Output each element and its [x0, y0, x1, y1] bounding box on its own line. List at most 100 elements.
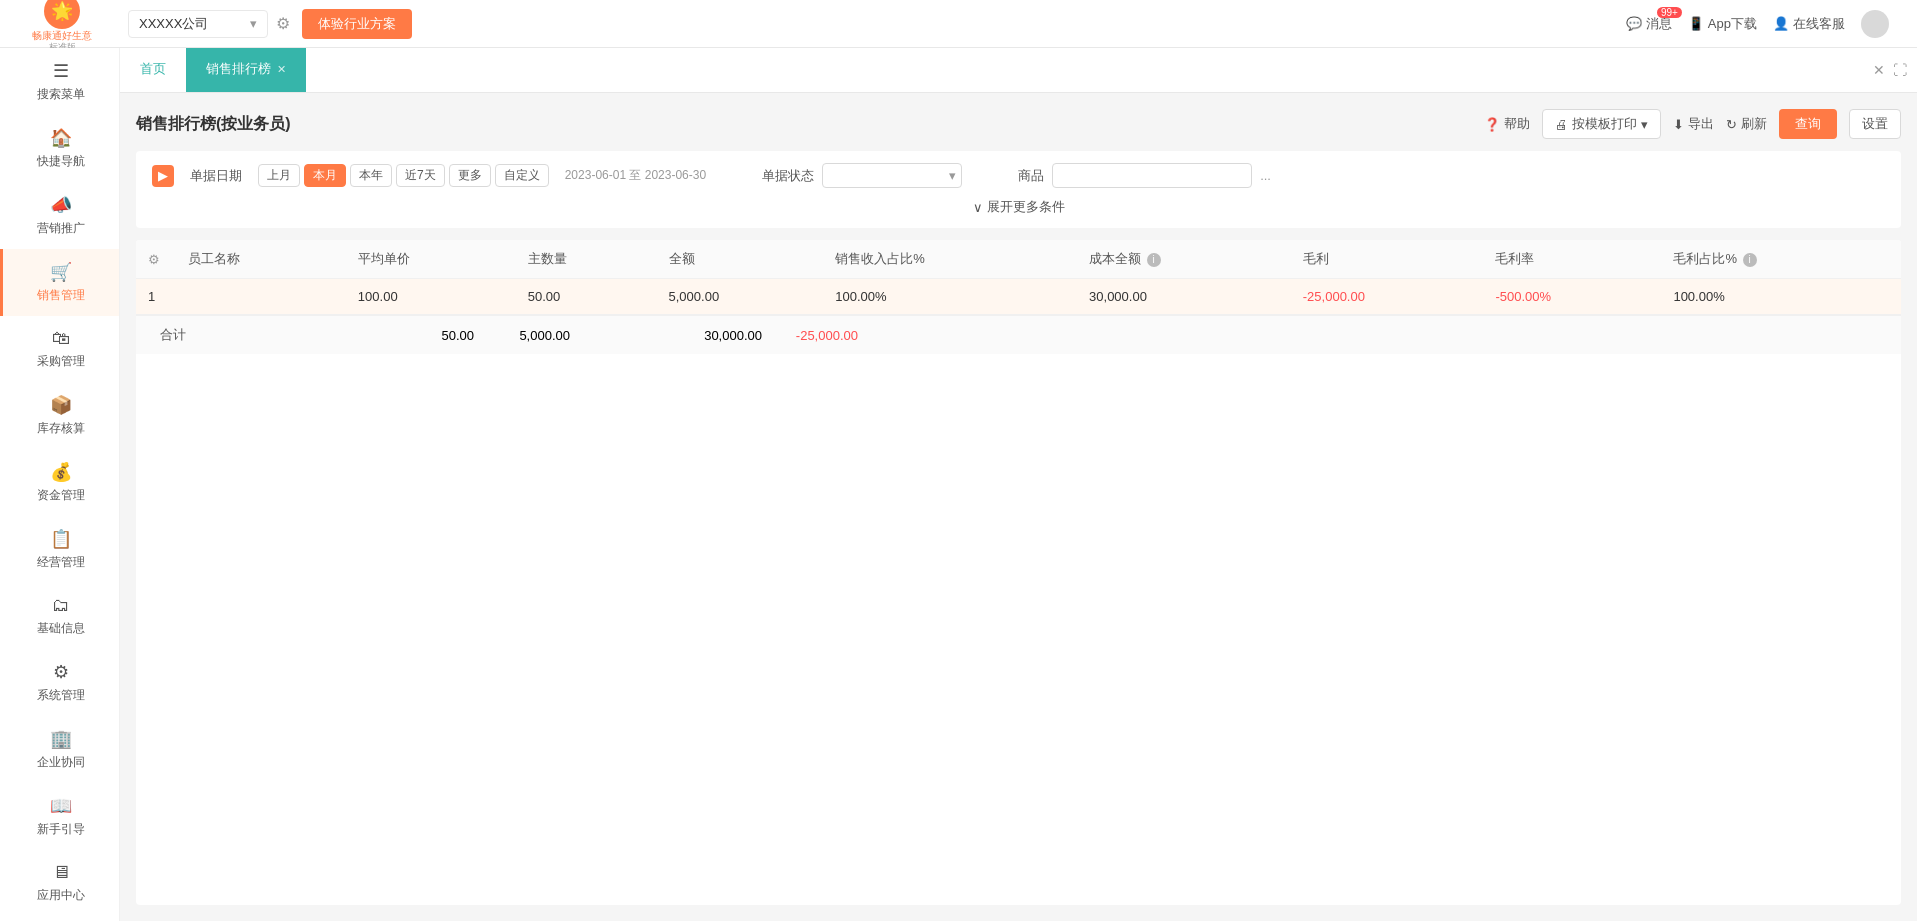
app-download-button[interactable]: 📱 App下载 [1688, 15, 1757, 33]
sidebar-item-sales[interactable]: 🛒 销售管理 [0, 249, 119, 316]
column-settings-icon[interactable]: ⚙ [148, 252, 160, 267]
sidebar-item-guide[interactable]: 📖 新手引导 [0, 783, 119, 850]
goods-more[interactable]: ... [1260, 168, 1271, 183]
trial-button[interactable]: 体验行业方案 [302, 9, 412, 39]
company-selector[interactable]: XXXXX公司 ▾ [128, 10, 268, 38]
logo-icon: 🌟 [44, 0, 80, 29]
tab-close-icon[interactable]: ✕ [277, 63, 286, 76]
finance-icon: 💰 [50, 461, 72, 483]
template-print-label: 按模板打印 [1572, 115, 1637, 133]
data-table: ⚙ 员工名称 平均单价 主数量 全额 销售收入占比% 成本全额 i 毛利 [136, 240, 1901, 315]
this-month-button[interactable]: 本月 [304, 164, 346, 187]
sidebar-item-app-center[interactable]: 🖥 应用中心 [0, 850, 119, 916]
tab-expand-icon[interactable]: ⛶ [1893, 62, 1907, 78]
tab-sales-rank-label: 销售排行榜 [206, 60, 271, 78]
col-amount: 全额 [657, 240, 824, 279]
col-avg-price: 平均单价 [346, 240, 516, 279]
filter-row-1: ▶ 单据日期 上月 本月 本年 近7天 更多 自定义 2023-06-01 至 … [152, 163, 1885, 188]
prev-month-button[interactable]: 上月 [258, 164, 300, 187]
tab-home-label: 首页 [140, 60, 166, 78]
date-buttons: 上月 本月 本年 近7天 更多 自定义 [258, 164, 549, 187]
sidebar-label: 采购管理 [37, 353, 85, 370]
settings-button[interactable]: 设置 [1849, 109, 1901, 139]
goods-filter: 商品 ... [1018, 163, 1271, 188]
last-7days-button[interactable]: 近7天 [396, 164, 445, 187]
help-button[interactable]: ❓ 帮助 [1484, 115, 1530, 133]
refresh-button[interactable]: ↻ 刷新 [1726, 115, 1767, 133]
message-button[interactable]: 💬 消息 99+ [1626, 15, 1672, 33]
company-name: XXXXX公司 [139, 15, 208, 33]
refresh-icon: ↻ [1726, 117, 1737, 132]
col-settings: ⚙ [136, 240, 176, 279]
sidebar-label: 搜索菜单 [37, 86, 85, 103]
sidebar-label: 经营管理 [37, 554, 85, 571]
content-area: 首页 销售排行榜 ✕ ✕ ⛶ 销售排行榜(按业务员) ❓ 帮助 [120, 48, 1917, 921]
doc-status-label: 单据状态 [762, 167, 814, 185]
avatar[interactable] [1861, 10, 1889, 38]
expand-label: 展开更多条件 [987, 198, 1065, 216]
table-body: 1 100.00 50.00 5,000.00 100.00% 30,000.0… [136, 279, 1901, 315]
refresh-label: 刷新 [1741, 115, 1767, 133]
sidebar-label: 系统管理 [37, 687, 85, 704]
sidebar-item-inventory[interactable]: 📦 库存核算 [0, 382, 119, 449]
logo-text: 畅康通好生意 [32, 31, 92, 41]
footer-label: 合计 [148, 326, 186, 344]
message-icon: 💬 [1626, 16, 1642, 31]
page-content: 销售排行榜(按业务员) ❓ 帮助 🖨 按模板打印 ▾ ⬇ 导出 [120, 93, 1917, 921]
gear-icon[interactable]: ⚙ [276, 14, 290, 33]
export-button[interactable]: ⬇ 导出 [1673, 115, 1714, 133]
tab-close-all-icon[interactable]: ✕ [1873, 62, 1885, 78]
cost-info-icon[interactable]: i [1147, 253, 1161, 267]
sidebar-item-enterprise[interactable]: 🏢 企业协同 [0, 716, 119, 783]
sidebar-label: 基础信息 [37, 620, 85, 637]
sidebar-item-search-order[interactable]: ☰ 搜索菜单 [0, 48, 119, 115]
col-sales-pct: 销售收入占比% [823, 240, 1077, 279]
doc-status-filter: 单据状态 [762, 163, 962, 188]
online-service-button[interactable]: 👤 在线客服 [1773, 15, 1845, 33]
filter-row-expand: ∨ 展开更多条件 [152, 198, 1885, 216]
col-qty: 主数量 [516, 240, 657, 279]
profit-pct-info-icon[interactable]: i [1743, 253, 1757, 267]
help-label: 帮助 [1504, 115, 1530, 133]
app-label: App下载 [1708, 15, 1757, 33]
filter-arrow-button[interactable]: ▶ [152, 165, 174, 187]
sidebar-item-marketing[interactable]: 📣 营销推广 [0, 182, 119, 249]
inventory-icon: 📦 [50, 394, 72, 416]
tab-sales-rank[interactable]: 销售排行榜 ✕ [186, 48, 306, 92]
service-label: 在线客服 [1793, 15, 1845, 33]
custom-button[interactable]: 自定义 [495, 164, 549, 187]
purchase-icon: 🛍 [52, 328, 70, 349]
sidebar-item-basic-info[interactable]: 🗂 基础信息 [0, 583, 119, 649]
chevron-down-icon: ▾ [250, 16, 257, 31]
tab-home[interactable]: 首页 [120, 48, 186, 92]
sidebar-item-finance[interactable]: 💰 资金管理 [0, 449, 119, 516]
query-button[interactable]: 查询 [1779, 109, 1837, 139]
operation-icon: 📋 [50, 528, 72, 550]
sidebar-item-operation[interactable]: 📋 经营管理 [0, 516, 119, 583]
cell-profit: -25,000.00 [1291, 279, 1484, 315]
expand-down-icon: ∨ [973, 200, 983, 215]
topbar: 🌟 畅康通好生意 标准版 XXXXX公司 ▾ ⚙ 体验行业方案 💬 消息 99+… [0, 0, 1917, 48]
goods-input[interactable] [1052, 163, 1252, 188]
sidebar-item-wechat[interactable]: 💬 企业微信 [0, 916, 119, 921]
doc-status-select[interactable] [822, 163, 962, 188]
expand-button[interactable]: ∨ 展开更多条件 [973, 198, 1065, 216]
this-year-button[interactable]: 本年 [350, 164, 392, 187]
more-button[interactable]: 更多 [449, 164, 491, 187]
footer-amount: 5,000.00 [490, 328, 570, 343]
cell-profit-rate: -500.00% [1483, 279, 1661, 315]
table-footer: 合计 50.00 5,000.00 30,000.00 -25,000.00 [136, 315, 1901, 354]
sidebar-item-system[interactable]: ⚙ 系统管理 [0, 649, 119, 716]
goods-label: 商品 [1018, 167, 1044, 185]
system-icon: ⚙ [53, 661, 69, 683]
sidebar-item-shortcut[interactable]: 🏠 快捷导航 [0, 115, 119, 182]
template-print-button[interactable]: 🖨 按模板打印 ▾ [1542, 109, 1661, 139]
sales-icon: 🛒 [50, 261, 72, 283]
sidebar-label: 应用中心 [37, 887, 85, 904]
page-title: 销售排行榜(按业务员) [136, 114, 291, 135]
filter-bar: ▶ 单据日期 上月 本月 本年 近7天 更多 自定义 2023-06-01 至 … [136, 151, 1901, 228]
marketing-icon: 📣 [50, 194, 72, 216]
sidebar-item-purchase[interactable]: 🛍 采购管理 [0, 316, 119, 382]
table-row: 1 100.00 50.00 5,000.00 100.00% 30,000.0… [136, 279, 1901, 315]
footer-cost: 30,000.00 [682, 328, 762, 343]
